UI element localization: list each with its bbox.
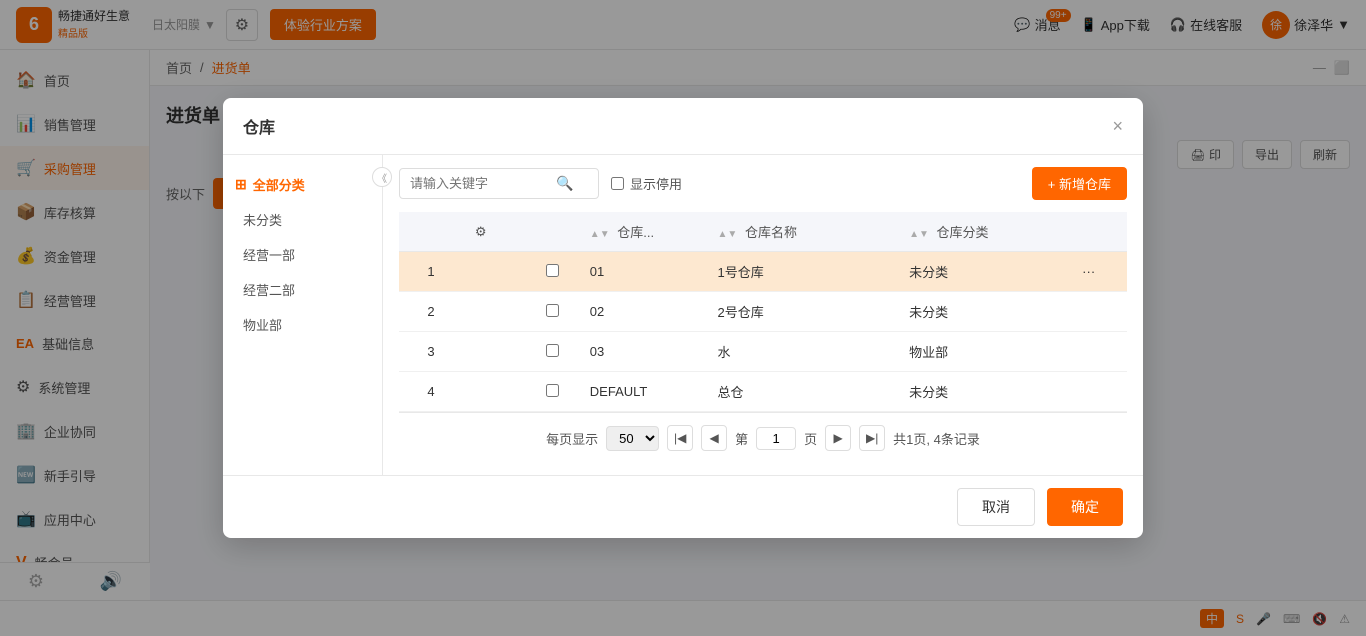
table-header: ⚙ ▲▼ 仓库... ▲▼ 仓库名称 (399, 212, 1127, 252)
first-page-button[interactable]: |◀ (667, 425, 693, 451)
last-page-button[interactable]: ▶| (859, 425, 885, 451)
category-item-property[interactable]: 物业部 (223, 307, 382, 342)
col-header-more (1050, 212, 1127, 252)
row-name: 2号仓库 (706, 292, 898, 332)
row-category: 未分类 (897, 372, 1050, 412)
modal-pagination: 每页显示 50 |◀ ◀ 第 页 ▶ ▶| 共1页, 4条记录 (399, 412, 1127, 463)
row-checkbox[interactable] (546, 264, 559, 277)
row-check[interactable] (527, 372, 578, 412)
row-name: 总仓 (706, 372, 898, 412)
row-code: 01 (578, 252, 706, 292)
modal-close-button[interactable]: × (1112, 117, 1123, 135)
confirm-button[interactable]: 确定 (1047, 488, 1123, 526)
row-more[interactable]: ··· (1050, 252, 1127, 292)
table-row[interactable]: 1 01 1号仓库 未分类 ··· (399, 252, 1127, 292)
per-page-select[interactable]: 50 (606, 426, 659, 451)
col-header-name: ▲▼ 仓库名称 (706, 212, 898, 252)
page-unit: 页 (804, 429, 817, 448)
add-warehouse-button[interactable]: + 新增仓库 (1032, 167, 1127, 200)
row-no: 3 (399, 332, 463, 372)
collapse-sidebar-button[interactable]: 《 (372, 167, 392, 187)
row-checkbox[interactable] (546, 304, 559, 317)
table-row[interactable]: 4 DEFAULT 总仓 未分类 (399, 372, 1127, 412)
row-gear (463, 252, 527, 292)
page-input[interactable] (756, 427, 796, 450)
row-check[interactable] (527, 292, 578, 332)
modal-category-sidebar: ⊞ 全部分类 未分类 经营一部 经营二部 物业部 《 (223, 155, 383, 475)
table-row[interactable]: 2 02 2号仓库 未分类 (399, 292, 1127, 332)
total-info: 共1页, 4条记录 (893, 429, 980, 448)
category-item-dept2[interactable]: 经营二部 (223, 272, 382, 307)
modal-footer: 取消 确定 (223, 475, 1143, 538)
show-disabled-label[interactable]: 显示停用 (611, 174, 682, 193)
prev-page-button[interactable]: ◀ (701, 425, 727, 451)
row-no: 2 (399, 292, 463, 332)
next-page-button[interactable]: ▶ (825, 425, 851, 451)
col-header-check (527, 212, 578, 252)
table-row[interactable]: 3 03 水 物业部 (399, 332, 1127, 372)
category-item-dept1[interactable]: 经营一部 (223, 237, 382, 272)
search-input-wrapper: 🔍 (399, 168, 599, 199)
cancel-button[interactable]: 取消 (957, 488, 1035, 526)
row-more[interactable] (1050, 372, 1127, 412)
row-code: 03 (578, 332, 706, 372)
row-more[interactable] (1050, 292, 1127, 332)
modal-overlay: 仓库 × ⊞ 全部分类 未分类 经营一部 经营二部 物业部 《 (0, 0, 1366, 636)
search-icon: 🔍 (556, 175, 573, 192)
row-check[interactable] (527, 332, 578, 372)
row-gear (463, 292, 527, 332)
row-name: 水 (706, 332, 898, 372)
row-category: 未分类 (897, 292, 1050, 332)
row-category: 物业部 (897, 332, 1050, 372)
all-categories-header[interactable]: ⊞ 全部分类 (223, 167, 382, 202)
row-more[interactable] (1050, 332, 1127, 372)
col-header-code: ▲▼ 仓库... (578, 212, 706, 252)
page-label: 第 (735, 429, 748, 448)
row-gear (463, 372, 527, 412)
category-item-unclassified[interactable]: 未分类 (223, 202, 382, 237)
row-category: 未分类 (897, 252, 1050, 292)
row-no: 4 (399, 372, 463, 412)
col-header-no (399, 212, 463, 252)
warehouse-modal: 仓库 × ⊞ 全部分类 未分类 经营一部 经营二部 物业部 《 (223, 98, 1143, 538)
modal-main-content: 🔍 显示停用 + 新增仓库 (383, 155, 1143, 475)
col-header-gear: ⚙ (463, 212, 527, 252)
row-name: 1号仓库 (706, 252, 898, 292)
search-input[interactable] (410, 176, 550, 191)
row-check[interactable] (527, 252, 578, 292)
row-code: DEFAULT (578, 372, 706, 412)
show-disabled-checkbox[interactable] (611, 177, 624, 190)
row-checkbox[interactable] (546, 384, 559, 397)
modal-header: 仓库 × (223, 98, 1143, 155)
row-code: 02 (578, 292, 706, 332)
modal-title: 仓库 (243, 114, 275, 138)
modal-search-row: 🔍 显示停用 + 新增仓库 (399, 167, 1127, 200)
row-no: 1 (399, 252, 463, 292)
modal-body: ⊞ 全部分类 未分类 经营一部 经营二部 物业部 《 🔍 (223, 155, 1143, 475)
col-header-category: ▲▼ 仓库分类 (897, 212, 1050, 252)
table-container: ⚙ ▲▼ 仓库... ▲▼ 仓库名称 (399, 212, 1127, 412)
warehouse-table: ⚙ ▲▼ 仓库... ▲▼ 仓库名称 (399, 212, 1127, 412)
row-gear (463, 332, 527, 372)
row-checkbox[interactable] (546, 344, 559, 357)
table-body: 1 01 1号仓库 未分类 ··· 2 (399, 252, 1127, 412)
grid-icon: ⊞ (235, 176, 247, 193)
